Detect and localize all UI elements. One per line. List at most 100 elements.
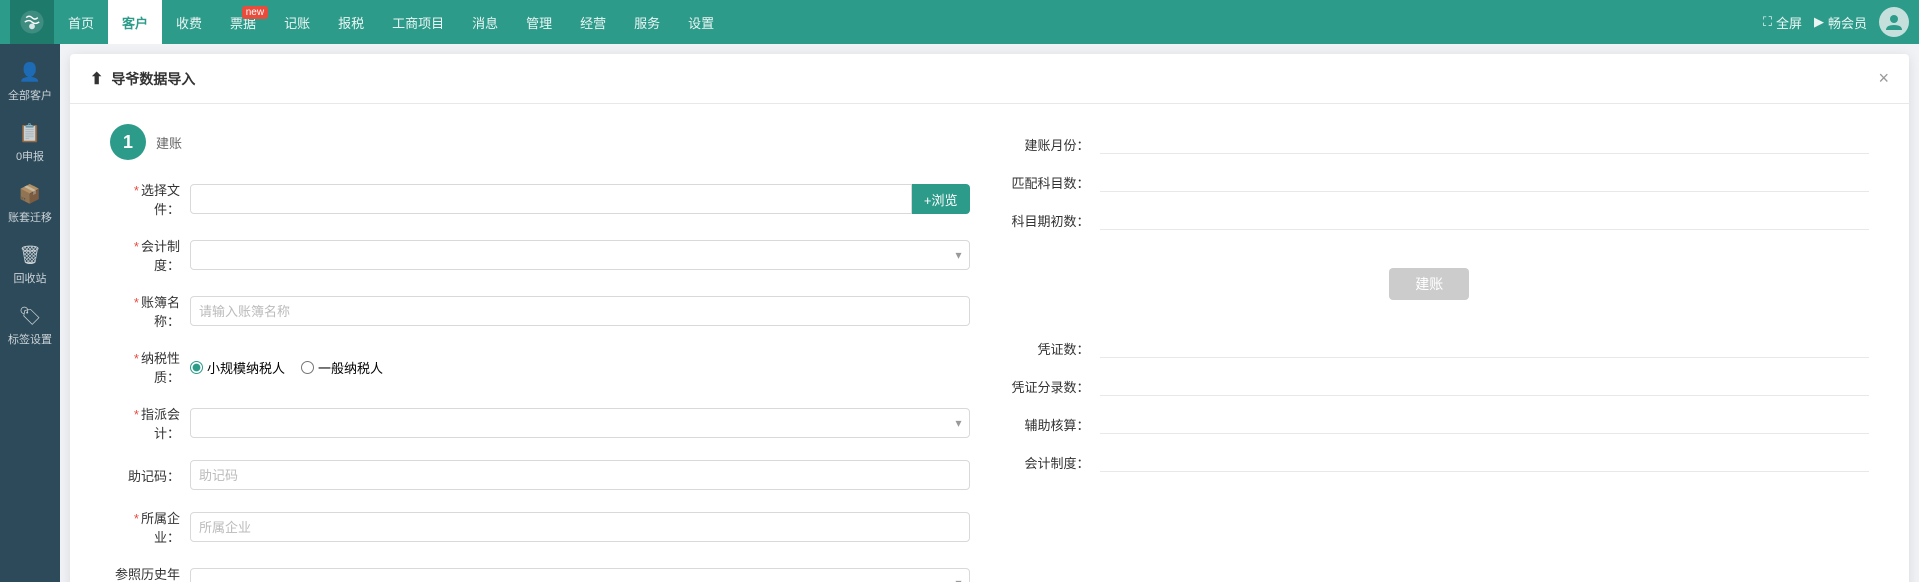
file-input-wrap: +浏览 [190, 184, 970, 214]
sidebar-item-declare-label: 0申报 [16, 148, 44, 164]
ledger-name-input[interactable] [190, 296, 970, 326]
browse-button[interactable]: +浏览 [912, 184, 970, 214]
dialog-title: ⬆ 导爷数据导入 [90, 69, 195, 89]
tag-settings-icon: 🏷 [19, 306, 42, 327]
voucher-entries-value [1100, 376, 1870, 396]
ledger-name-label: 账簿名称： [110, 292, 190, 330]
sidebar-item-trash[interactable]: 🗑 回收站 [0, 235, 60, 296]
period-init-group: 科目期初数： [1010, 210, 1870, 230]
tax-type-group: 纳税性质： 小规模纳税人 一般纳税人 [110, 348, 970, 386]
tax-type-radio-group: 小规模纳税人 一般纳税人 [190, 358, 970, 377]
voucher-count-group: 凭证数： [1010, 338, 1870, 358]
tax-small-label: 小规模纳税人 [207, 358, 285, 377]
tax-general-radio[interactable] [301, 361, 314, 374]
dialog-title-text: 导爷数据导入 [111, 69, 195, 89]
tax-type-general[interactable]: 一般纳税人 [301, 358, 383, 377]
build-month-label: 建账月份： [1010, 135, 1100, 154]
dialog-header: ⬆ 导爷数据导入 × [70, 54, 1909, 104]
tax-type-small[interactable]: 小规模纳税人 [190, 358, 285, 377]
account-system-select[interactable]: 小企业会计准则 企业会计准则 个体工商户 [190, 240, 970, 270]
accountant-group: 指派会计： [110, 404, 970, 442]
dialog-close-button[interactable]: × [1878, 68, 1889, 89]
voucher-count-value [1100, 338, 1870, 358]
nav-item-invoice[interactable]: 票据 new [216, 0, 270, 44]
sidebar-item-tag-settings[interactable]: 🏷 标签设置 [0, 296, 60, 357]
declare-icon: 📋 [19, 123, 41, 144]
info-account-system-label: 会计制度： [1010, 453, 1100, 472]
fullscreen-icon: ⛶ [1763, 14, 1772, 30]
period-init-label: 科目期初数： [1010, 211, 1100, 230]
import-dialog: ⬆ 导爷数据导入 × 1 建账 选择文件： [70, 54, 1909, 582]
fullscreen-button[interactable]: ⛶ 全屏 [1763, 13, 1802, 32]
ref-year-select-wrap [190, 568, 970, 582]
sidebar-item-trash-label: 回收站 [14, 270, 47, 286]
vip-label: 畅会员 [1828, 13, 1867, 32]
memo-group: 助记码： [110, 460, 970, 490]
nav-item-settings[interactable]: 设置 [674, 0, 728, 44]
all-customers-icon: 👤 [19, 62, 41, 83]
period-init-value [1100, 210, 1870, 230]
file-input[interactable] [190, 184, 912, 214]
nav-item-manage[interactable]: 管理 [512, 0, 566, 44]
aux-group: 辅助核算： [1010, 414, 1870, 434]
accountant-select[interactable] [190, 408, 970, 438]
ref-year-select[interactable] [190, 568, 970, 582]
account-migrate-icon: 📦 [19, 184, 41, 205]
tax-type-label: 纳税性质： [110, 348, 190, 386]
nav-item-message[interactable]: 消息 [458, 0, 512, 44]
vip-button[interactable]: ▶ 畅会员 [1814, 13, 1867, 32]
voucher-count-label: 凭证数： [1010, 339, 1100, 358]
new-badge: new [242, 6, 268, 19]
voucher-entries-label: 凭证分录数： [1010, 377, 1100, 396]
build-month-value [1100, 134, 1870, 154]
build-account-button[interactable]: 建账 [1389, 268, 1469, 300]
dialog-body: 1 建账 选择文件： +浏览 会计制度： [70, 104, 1909, 582]
nav-item-service[interactable]: 服务 [620, 0, 674, 44]
file-select-group: 选择文件： +浏览 [110, 180, 970, 218]
layout: 👤 全部客户 📋 0申报 📦 账套迁移 🗑 回收站 🏷 标签设置 ⬆ 导爷数 [0, 44, 1919, 582]
sidebar: 👤 全部客户 📋 0申报 📦 账套迁移 🗑 回收站 🏷 标签设置 [0, 44, 60, 582]
main-content: ⬆ 导爷数据导入 × 1 建账 选择文件： [60, 44, 1919, 582]
company-input[interactable] [190, 512, 970, 542]
fullscreen-label: 全屏 [1776, 13, 1802, 32]
memo-input[interactable] [190, 460, 970, 490]
nav-item-operation[interactable]: 经营 [566, 0, 620, 44]
form-section: 1 建账 选择文件： +浏览 会计制度： [110, 124, 970, 582]
sidebar-item-account-migrate[interactable]: 📦 账套迁移 [0, 174, 60, 235]
tax-general-label: 一般纳税人 [318, 358, 383, 377]
sidebar-item-account-migrate-label: 账套迁移 [8, 209, 52, 225]
app-logo[interactable] [10, 0, 54, 44]
build-month-group: 建账月份： [1010, 134, 1870, 154]
aux-label: 辅助核算： [1010, 415, 1100, 434]
match-subjects-group: 匹配科目数： [1010, 172, 1870, 192]
step-number: 1 [110, 124, 146, 160]
nav-item-billing[interactable]: 收费 [162, 0, 216, 44]
company-label: 所属企业： [110, 508, 190, 546]
tax-small-radio[interactable] [190, 361, 203, 374]
account-system-group: 会计制度： 小企业会计准则 企业会计准则 个体工商户 [110, 236, 970, 274]
nav-item-customer[interactable]: 客户 [108, 0, 162, 44]
account-system-select-wrap: 小企业会计准则 企业会计准则 个体工商户 [190, 240, 970, 270]
sidebar-item-all-customers-label: 全部客户 [8, 87, 52, 103]
file-label: 选择文件： [110, 180, 190, 218]
nav-right: ⛶ 全屏 ▶ 畅会员 [1763, 7, 1909, 37]
sidebar-item-tag-settings-label: 标签设置 [8, 331, 52, 347]
step-badge: 1 建账 [110, 124, 970, 160]
memo-label: 助记码： [110, 466, 190, 485]
match-subjects-label: 匹配科目数： [1010, 173, 1100, 192]
sidebar-item-declare[interactable]: 📋 0申报 [0, 113, 60, 174]
vip-icon: ▶ [1814, 14, 1824, 30]
nav-item-home[interactable]: 首页 [54, 0, 108, 44]
nav-item-bizproject[interactable]: 工商项目 [378, 0, 458, 44]
info-account-system-value [1100, 452, 1870, 472]
user-avatar[interactable] [1879, 7, 1909, 37]
nav-item-ledger[interactable]: 记账 [270, 0, 324, 44]
accountant-label: 指派会计： [110, 404, 190, 442]
match-subjects-value [1100, 172, 1870, 192]
upload-icon: ⬆ [90, 69, 103, 89]
voucher-entries-group: 凭证分录数： [1010, 376, 1870, 396]
trash-icon: 🗑 [19, 245, 42, 266]
ref-year-label: 参照历史年度： [110, 564, 190, 582]
sidebar-item-all-customers[interactable]: 👤 全部客户 [0, 52, 60, 113]
nav-item-tax[interactable]: 报税 [324, 0, 378, 44]
